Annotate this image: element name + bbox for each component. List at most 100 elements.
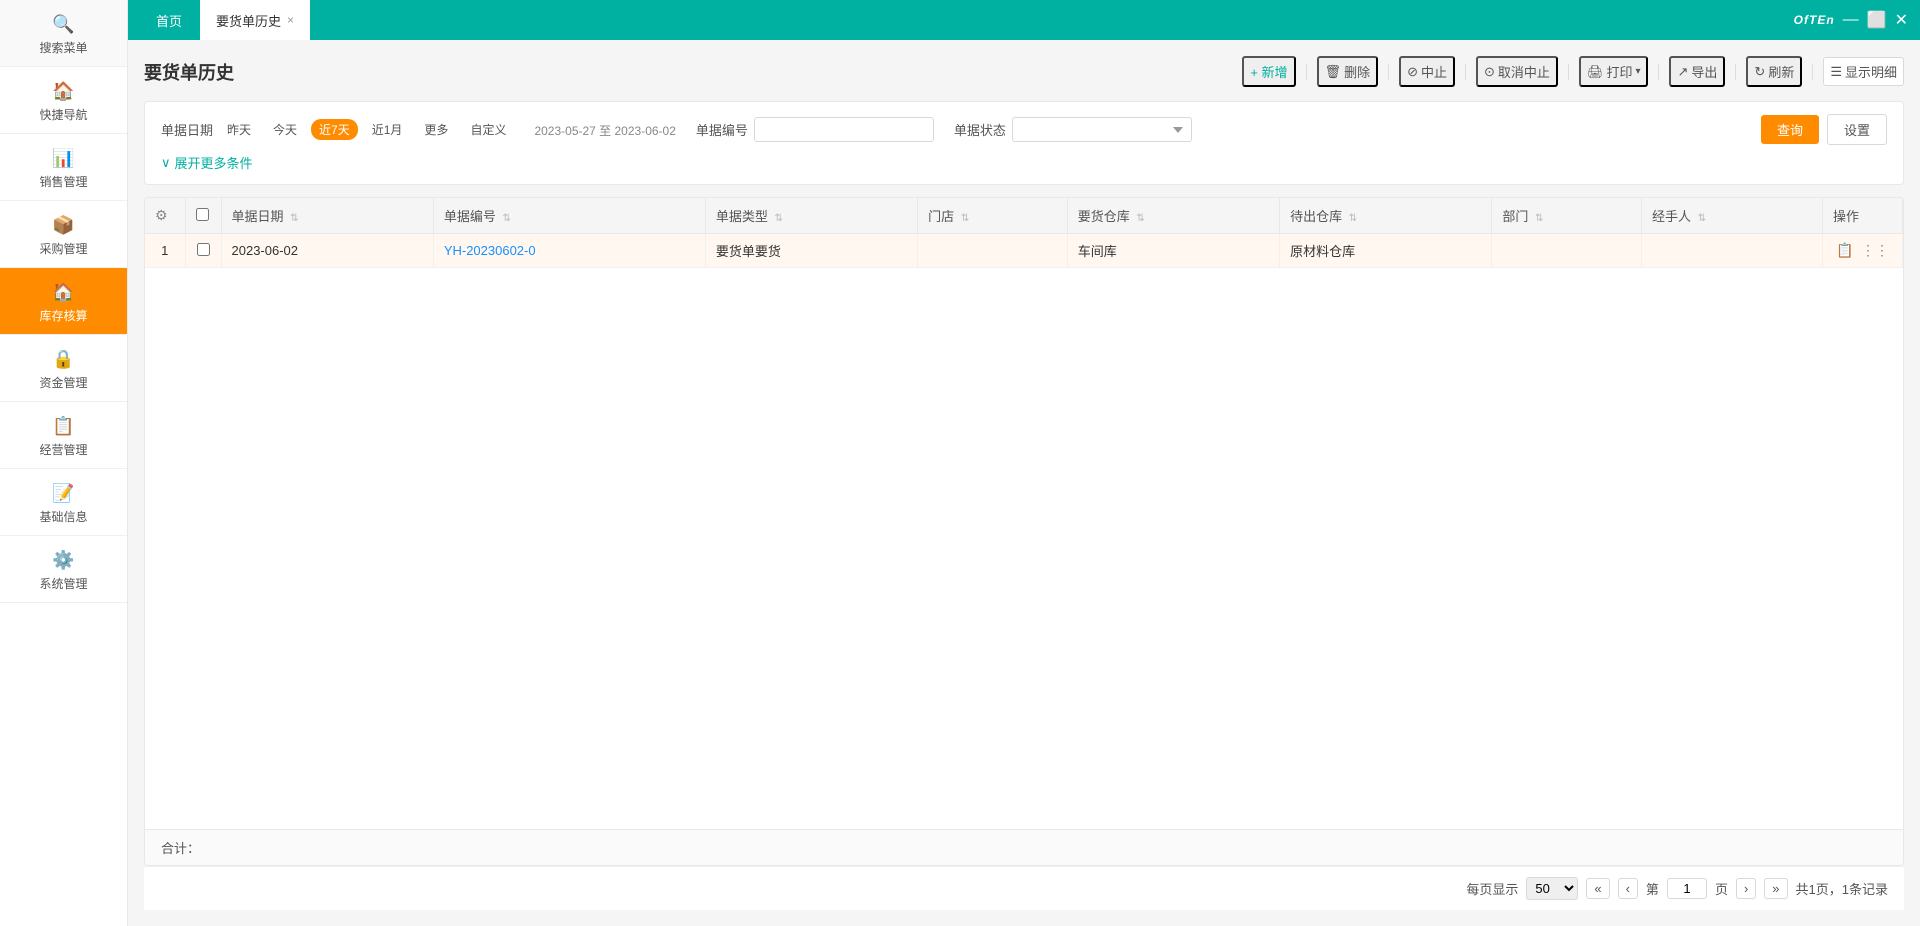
basic-info-icon: 📝 xyxy=(52,483,74,504)
req-warehouse-value: 车间库 xyxy=(1078,244,1117,259)
cancel-stop-label: 取消中止 xyxy=(1498,62,1550,81)
main-content: 首页 要货单历史 × OfTEn — ⬜ ✕ 要货单历史 + 新增 🗑 删除 xyxy=(128,0,1920,926)
th-order-date[interactable]: 单据日期 ⇅ xyxy=(221,198,433,234)
total-info: 共1页，1条记录 xyxy=(1796,879,1888,898)
date-btn-7days[interactable]: 近7天 xyxy=(311,119,358,140)
order-no-link[interactable]: YH-20230602-0 xyxy=(444,243,536,258)
th-pending-warehouse-label: 待出仓库 xyxy=(1290,209,1342,224)
display-detail-icon: ☰ xyxy=(1830,64,1842,80)
sort-icon-date: ⇅ xyxy=(290,213,298,224)
maximize-btn[interactable]: ⬜ xyxy=(1867,10,1887,30)
cell-checkbox xyxy=(185,234,221,268)
cell-handler xyxy=(1642,234,1823,268)
query-button[interactable]: 查询 xyxy=(1761,115,1819,144)
quick-nav-icon: 🏠 xyxy=(52,81,74,102)
sidebar-item-search-menu[interactable]: 🔍 搜索菜单 xyxy=(0,0,127,67)
print-label: 打印 xyxy=(1606,62,1632,81)
display-detail-button[interactable]: ☰ 显示明细 xyxy=(1823,57,1904,86)
refresh-icon: ↻ xyxy=(1754,64,1765,80)
sort-icon-store: ⇅ xyxy=(961,213,969,224)
expand-more-btn[interactable]: ∨ 展开更多条件 xyxy=(161,153,1887,172)
sidebar-item-basic-info[interactable]: 📝 基础信息 xyxy=(0,469,127,536)
topbar-home[interactable]: 首页 xyxy=(140,0,198,40)
delete-button[interactable]: 🗑 删除 xyxy=(1317,56,1379,87)
export-button[interactable]: ↗ 导出 xyxy=(1669,56,1725,87)
select-all-checkbox[interactable] xyxy=(196,208,209,221)
first-page-btn[interactable]: « xyxy=(1586,878,1609,899)
order-type-value: 要货单要货 xyxy=(716,244,781,259)
next-page-btn[interactable]: › xyxy=(1736,878,1756,899)
th-handler-label: 经手人 xyxy=(1652,209,1691,224)
sidebar-item-label: 采购管理 xyxy=(39,240,87,257)
sidebar-item-purchase-mgmt[interactable]: 📦 采购管理 xyxy=(0,201,127,268)
th-order-no[interactable]: 单据编号 ⇅ xyxy=(433,198,705,234)
page-input[interactable] xyxy=(1667,878,1707,899)
expand-label: 展开更多条件 xyxy=(175,153,253,172)
cancel-stop-button[interactable]: ⊙ 取消中止 xyxy=(1476,56,1558,87)
cell-pending-warehouse: 原材料仓库 xyxy=(1280,234,1492,268)
settings-button[interactable]: 设置 xyxy=(1827,114,1887,145)
th-actions-label: 操作 xyxy=(1833,209,1859,224)
prev-page-btn[interactable]: ‹ xyxy=(1618,878,1638,899)
row-checkbox[interactable] xyxy=(197,243,210,256)
sidebar-item-quick-nav[interactable]: 🏠 快捷导航 xyxy=(0,67,127,134)
th-store[interactable]: 门店 ⇅ xyxy=(918,198,1068,234)
date-btn-1month[interactable]: 近1月 xyxy=(364,119,411,140)
close-window-btn[interactable]: ✕ xyxy=(1895,10,1908,30)
sidebar-item-inventory-calc[interactable]: 🏠 库存核算 xyxy=(0,268,127,335)
order-date-value: 2023-06-02 xyxy=(232,243,299,258)
page-header: 要货单历史 + 新增 🗑 删除 ⊘ 中止 ⊙ 取消中止 xyxy=(144,56,1904,87)
toolbar-divider-2 xyxy=(1388,64,1389,80)
sidebar-item-funds-mgmt[interactable]: 🔒 资金管理 xyxy=(0,335,127,402)
th-store-label: 门店 xyxy=(928,209,954,224)
print-button[interactable]: 🖨 打印 ▾ xyxy=(1579,56,1649,87)
date-btn-custom[interactable]: 自定义 xyxy=(462,119,514,140)
sidebar-item-operations-mgmt[interactable]: 📋 经营管理 xyxy=(0,402,127,469)
sidebar-item-system-mgmt[interactable]: ⚙️ 系统管理 xyxy=(0,536,127,603)
sort-icon-no: ⇅ xyxy=(502,213,510,224)
funds-mgmt-icon: 🔒 xyxy=(52,349,74,370)
pending-warehouse-value: 原材料仓库 xyxy=(1290,244,1355,259)
export-icon: ↗ xyxy=(1677,64,1688,80)
date-btn-yesterday[interactable]: 昨天 xyxy=(219,119,259,140)
new-button[interactable]: + 新增 xyxy=(1242,56,1295,87)
more-action-icon[interactable]: ⋮⋮ xyxy=(1861,242,1889,258)
sidebar-item-label: 系统管理 xyxy=(39,575,87,592)
stop-button[interactable]: ⊘ 中止 xyxy=(1399,56,1455,87)
sort-icon-req-wh: ⇅ xyxy=(1136,213,1144,224)
print-dropdown-icon: ▾ xyxy=(1635,66,1640,77)
total-label: 合计： xyxy=(161,841,200,856)
th-order-type-label: 单据类型 xyxy=(716,209,768,224)
order-no-input[interactable] xyxy=(754,117,934,142)
th-department[interactable]: 部门 ⇅ xyxy=(1492,198,1642,234)
sort-icon-handler: ⇅ xyxy=(1698,213,1706,224)
page-size-select[interactable]: 50 10 20 100 xyxy=(1526,877,1578,900)
topbar-right: OfTEn — ⬜ ✕ xyxy=(1794,10,1908,30)
stop-label: 中止 xyxy=(1421,62,1447,81)
edit-action-icon[interactable]: 📋 xyxy=(1836,242,1853,258)
sidebar-item-label: 经营管理 xyxy=(39,441,87,458)
minimize-btn[interactable]: — xyxy=(1843,11,1859,29)
status-select[interactable] xyxy=(1012,117,1192,142)
th-settings: ⚙ xyxy=(145,198,185,234)
th-pending-warehouse[interactable]: 待出仓库 ⇅ xyxy=(1280,198,1492,234)
table-settings-icon[interactable]: ⚙ xyxy=(155,207,168,223)
inventory-calc-icon: 🏠 xyxy=(52,282,74,303)
th-handler[interactable]: 经手人 ⇅ xyxy=(1642,198,1823,234)
table-row: 1 2023-06-02 YH-20230602-0 要货单要货 xyxy=(145,234,1903,268)
refresh-button[interactable]: ↻ 刷新 xyxy=(1746,56,1802,87)
date-btn-more[interactable]: 更多 xyxy=(416,119,456,140)
toolbar-divider-5 xyxy=(1658,64,1659,80)
date-btn-today[interactable]: 今天 xyxy=(265,119,305,140)
cell-order-date: 2023-06-02 xyxy=(221,234,433,268)
table-header-row: ⚙ 单据日期 ⇅ 单据编号 ⇅ xyxy=(145,198,1903,234)
th-req-warehouse[interactable]: 要货仓库 ⇅ xyxy=(1067,198,1279,234)
topbar-tab-order-history[interactable]: 要货单历史 × xyxy=(200,0,310,40)
tab-close-btn[interactable]: × xyxy=(287,13,294,27)
sort-icon-pending-wh: ⇅ xyxy=(1349,213,1357,224)
table-footer: 合计： xyxy=(145,829,1903,865)
sidebar-item-sales-mgmt[interactable]: 📊 销售管理 xyxy=(0,134,127,201)
th-department-label: 部门 xyxy=(1502,209,1528,224)
last-page-btn[interactable]: » xyxy=(1764,878,1787,899)
th-order-type[interactable]: 单据类型 ⇅ xyxy=(705,198,917,234)
